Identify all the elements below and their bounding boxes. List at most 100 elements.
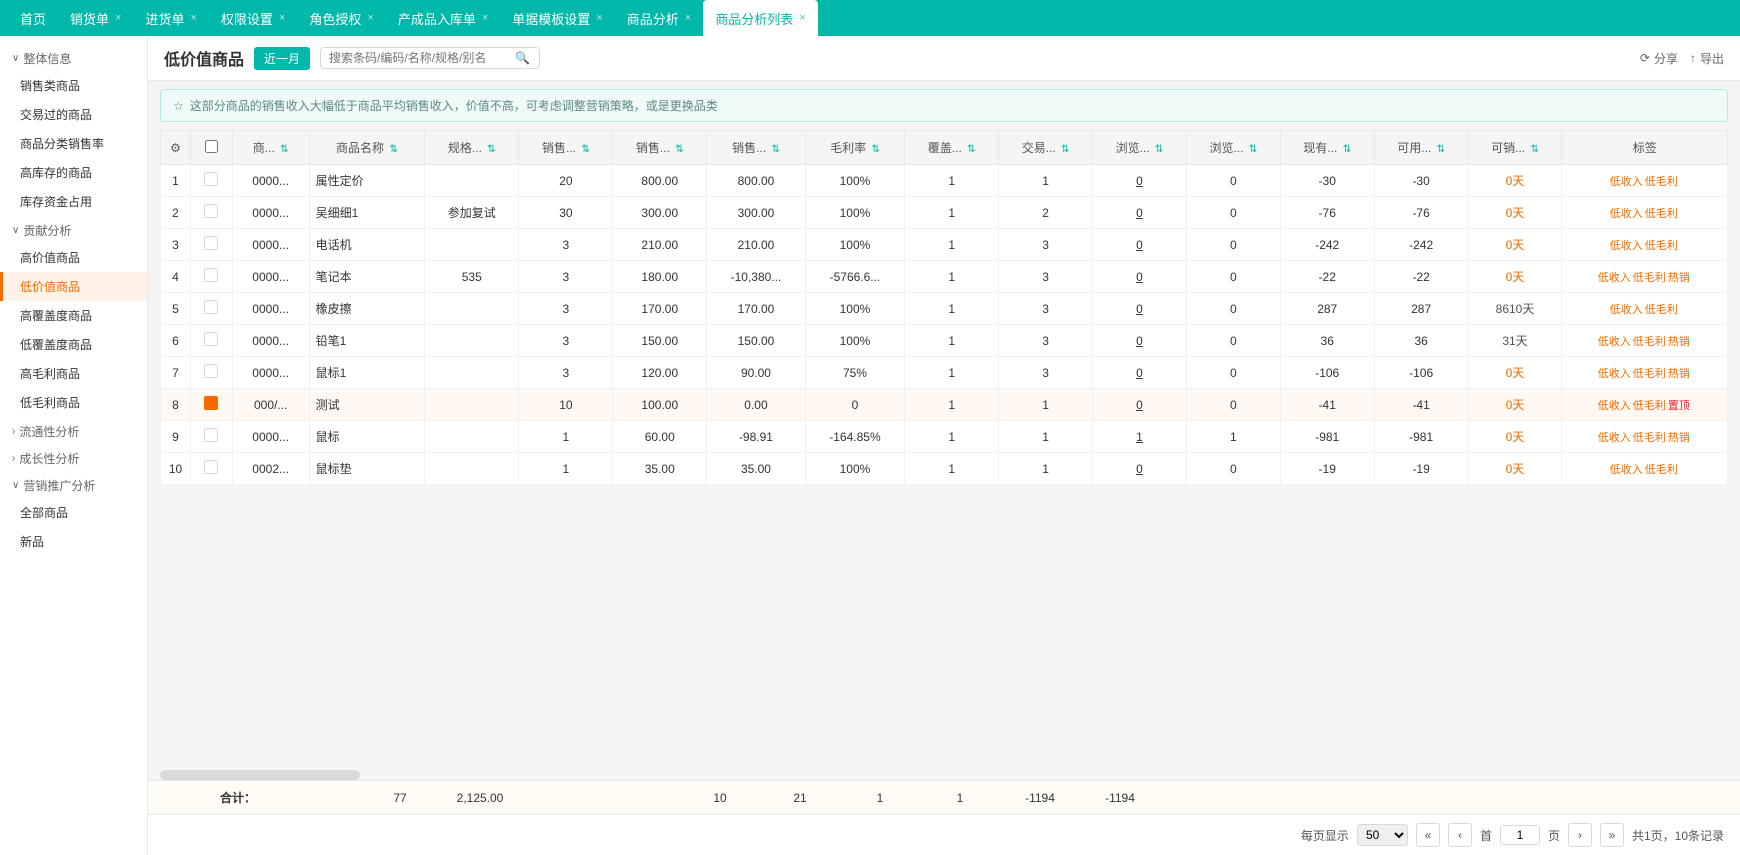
sidebar-item-low-coverage[interactable]: 低覆盖度商品 — [0, 330, 147, 359]
cell-browse1[interactable]: 0 — [1093, 293, 1187, 325]
table-area[interactable]: ⚙ 商... ⇅ 商品名称 ⇅ 规格... ⇅ 销售... ⇅ 销售... ⇅ … — [148, 130, 1740, 770]
cell-checkbox[interactable] — [191, 165, 233, 197]
sidebar-item-stock-capital[interactable]: 库存资金占用 — [0, 187, 147, 216]
cell-browse1[interactable]: 1 — [1093, 421, 1187, 453]
column-stock2[interactable]: 可用... ⇅ — [1374, 131, 1468, 165]
share-button[interactable]: ⟳ 分享 — [1640, 50, 1678, 67]
close-icon[interactable]: × — [367, 12, 373, 24]
cell-checkbox[interactable] — [191, 389, 233, 421]
column-days[interactable]: 可销... ⇅ — [1468, 131, 1562, 165]
close-icon[interactable]: × — [596, 12, 602, 24]
cell-browse1[interactable]: 0 — [1093, 357, 1187, 389]
row-checkbox[interactable] — [204, 428, 218, 442]
row-checkbox[interactable] — [204, 364, 218, 378]
prev-page-button[interactable]: ‹ — [1448, 823, 1472, 847]
nav-salesorder[interactable]: 销货单 × — [58, 0, 133, 36]
cell-checkbox[interactable] — [191, 261, 233, 293]
column-s2[interactable]: 销售... ⇅ — [613, 131, 707, 165]
column-code[interactable]: 商... ⇅ — [232, 131, 309, 165]
column-settings[interactable]: ⚙ — [161, 131, 191, 165]
cell-checkbox[interactable] — [191, 357, 233, 389]
row-checkbox[interactable] — [204, 172, 218, 186]
cell-checkbox[interactable] — [191, 197, 233, 229]
sidebar-item-low-profit[interactable]: 低毛利商品 — [0, 388, 147, 417]
select-all-checkbox[interactable] — [205, 140, 218, 153]
scrollbar-thumb[interactable] — [160, 770, 360, 780]
first-page-button[interactable]: « — [1416, 823, 1440, 847]
row-checkbox[interactable] — [204, 460, 218, 474]
cell-browse1[interactable]: 0 — [1093, 165, 1187, 197]
sidebar-item-sales-products[interactable]: 销售类商品 — [0, 71, 147, 100]
sidebar-item-high-stock[interactable]: 高库存的商品 — [0, 158, 147, 187]
cell-checkbox[interactable] — [191, 453, 233, 485]
nav-home[interactable]: 首页 — [8, 0, 58, 36]
period-button[interactable]: 近一月 — [254, 47, 310, 70]
export-button[interactable]: ↑ 导出 — [1690, 50, 1724, 67]
cell-browse1[interactable]: 0 — [1093, 229, 1187, 261]
row-checkbox[interactable] — [204, 332, 218, 346]
horizontal-scrollbar[interactable] — [160, 770, 1728, 780]
row-checkbox[interactable] — [204, 236, 218, 250]
column-profit[interactable]: 毛利率 ⇅ — [805, 131, 905, 165]
close-icon[interactable]: × — [115, 12, 121, 24]
cell-browse1[interactable]: 0 — [1093, 197, 1187, 229]
sidebar-group-overall[interactable]: ∨ 整体信息 — [0, 44, 147, 71]
per-page-select[interactable]: 50 100 200 — [1357, 824, 1408, 846]
nav-template[interactable]: 单据模板设置 × — [500, 0, 614, 36]
row-checkbox[interactable] — [204, 268, 218, 282]
sidebar-item-high-value[interactable]: 高价值商品 — [0, 243, 147, 272]
column-s1[interactable]: 销售... ⇅ — [519, 131, 613, 165]
nav-goodsanalysis-list[interactable]: 商品分析列表 × — [703, 0, 817, 36]
sidebar-item-low-value[interactable]: 低价值商品 — [0, 272, 147, 301]
cell-browse1[interactable]: 0 — [1093, 453, 1187, 485]
row-checkbox[interactable] — [204, 204, 218, 218]
sidebar-item-traded[interactable]: 交易过的商品 — [0, 100, 147, 129]
column-spec[interactable]: 规格... ⇅ — [425, 131, 519, 165]
nav-productinstock[interactable]: 产成品入库单 × — [386, 0, 500, 36]
sidebar-item-category-sales[interactable]: 商品分类销售率 — [0, 129, 147, 158]
close-icon[interactable]: × — [190, 12, 196, 24]
search-icon[interactable]: 🔍 — [515, 51, 530, 65]
sidebar-item-high-coverage[interactable]: 高覆盖度商品 — [0, 301, 147, 330]
close-icon[interactable]: × — [685, 12, 691, 24]
row-checkbox[interactable] — [204, 396, 218, 410]
column-s3[interactable]: 销售... ⇅ — [707, 131, 805, 165]
sidebar-item-all-products[interactable]: 全部商品 — [0, 498, 147, 527]
last-page-button[interactable]: » — [1600, 823, 1624, 847]
cell-checkbox[interactable] — [191, 229, 233, 261]
column-name[interactable]: 商品名称 ⇅ — [309, 131, 425, 165]
cell-browse1[interactable]: 0 — [1093, 389, 1187, 421]
alert-bar: ☆ 这部分商品的销售收入大幅低于商品平均销售收入，价值不高，可考虑调整营销策略，… — [160, 89, 1728, 122]
close-icon[interactable]: × — [279, 12, 285, 24]
sidebar-item-new-products[interactable]: 新品 — [0, 527, 147, 556]
nav-roleauth[interactable]: 角色授权 × — [297, 0, 385, 36]
column-tags[interactable]: 标签 — [1562, 131, 1728, 165]
close-icon[interactable]: × — [482, 12, 488, 24]
close-icon[interactable]: × — [799, 12, 805, 24]
sidebar-group-growth[interactable]: › 成长性分析 — [0, 444, 147, 471]
nav-goodsanalysis[interactable]: 商品分析 × — [615, 0, 703, 36]
column-stock1[interactable]: 现有... ⇅ — [1280, 131, 1374, 165]
column-trade[interactable]: 交易... ⇅ — [999, 131, 1093, 165]
sidebar-group-circulation[interactable]: › 流通性分析 — [0, 417, 147, 444]
next-page-button[interactable]: › — [1568, 823, 1592, 847]
page-number-input[interactable] — [1500, 825, 1540, 845]
nav-purchaseorder[interactable]: 进货单 × — [133, 0, 208, 36]
row-checkbox[interactable] — [204, 300, 218, 314]
column-browse1[interactable]: 浏览... ⇅ — [1093, 131, 1187, 165]
sidebar-group-contribution[interactable]: ∨ 贡献分析 — [0, 216, 147, 243]
search-input[interactable] — [329, 51, 509, 65]
sidebar-item-high-profit[interactable]: 高毛利商品 — [0, 359, 147, 388]
cell-checkbox[interactable] — [191, 293, 233, 325]
cell-checkbox[interactable] — [191, 421, 233, 453]
cell-browse1[interactable]: 0 — [1093, 325, 1187, 357]
column-checkbox[interactable] — [191, 131, 233, 165]
sidebar-group-marketing[interactable]: ∨ 营销推广分析 — [0, 471, 147, 498]
table-row: 5 0000... 橡皮擦 3 170.00 170.00 100% 1 3 0… — [161, 293, 1728, 325]
nav-permissions[interactable]: 权限设置 × — [209, 0, 297, 36]
cell-browse1[interactable]: 0 — [1093, 261, 1187, 293]
column-browse2[interactable]: 浏览... ⇅ — [1186, 131, 1280, 165]
column-cover[interactable]: 覆盖... ⇅ — [905, 131, 999, 165]
cell-stock1: -41 — [1280, 389, 1374, 421]
cell-checkbox[interactable] — [191, 325, 233, 357]
